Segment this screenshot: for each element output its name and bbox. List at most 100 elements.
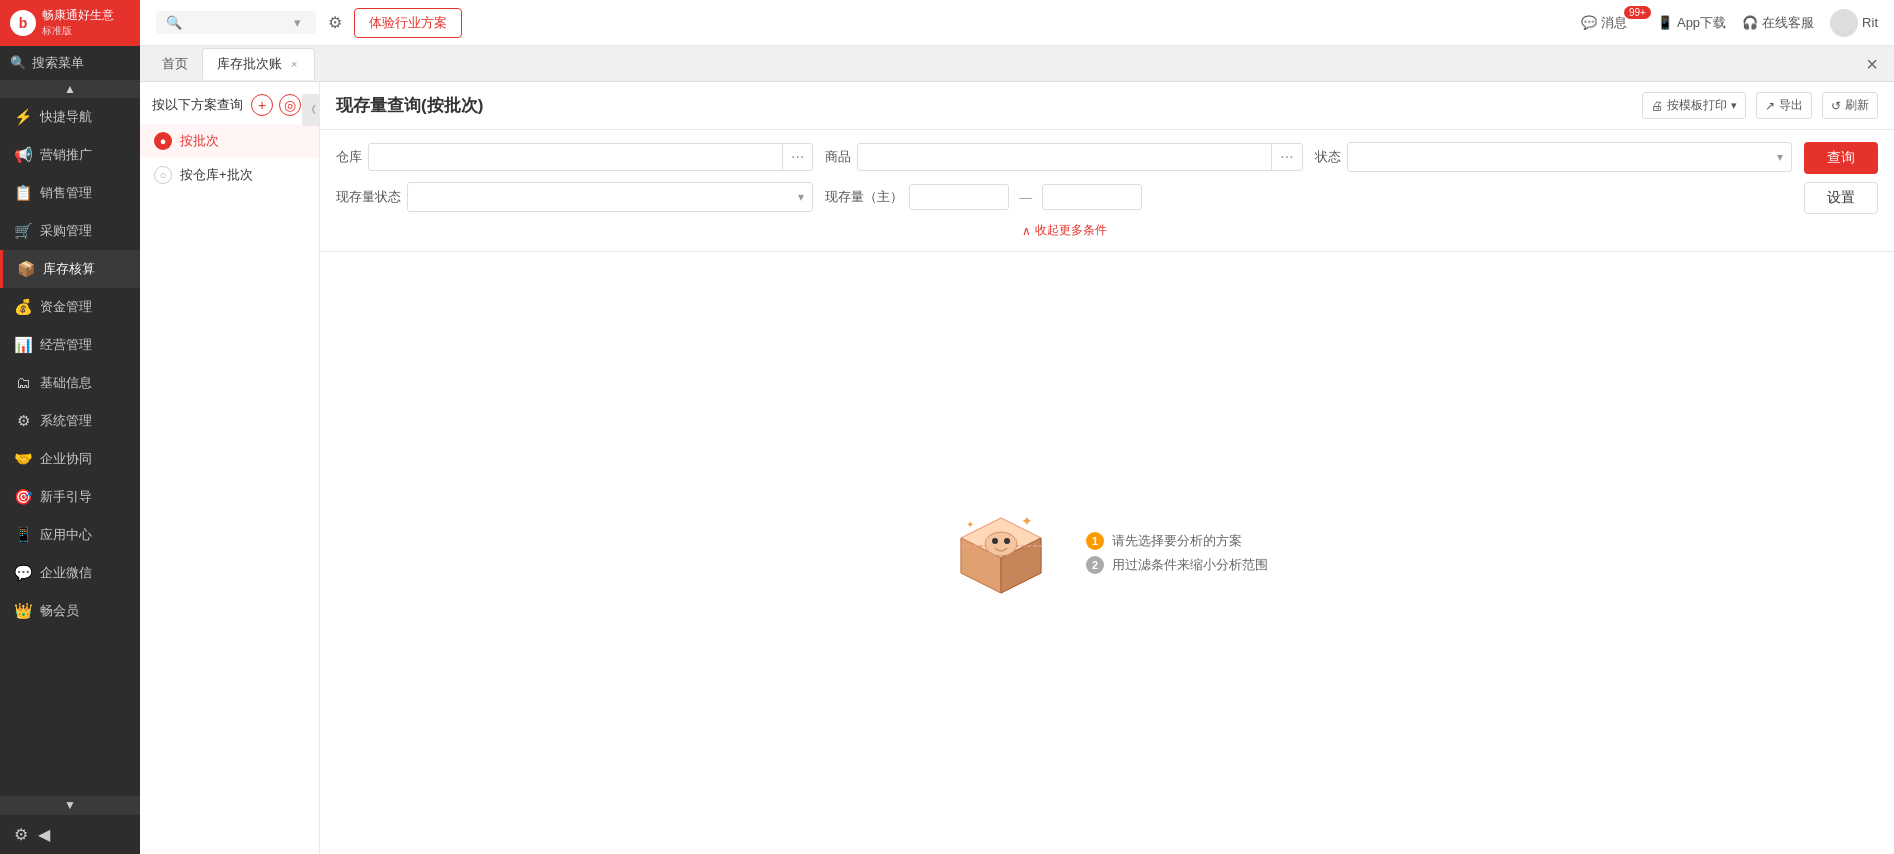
quick-icon: ⚡ [14, 108, 32, 126]
user-avatar-item[interactable]: Rit [1830, 9, 1878, 37]
print-dropdown-icon[interactable]: ▾ [1731, 99, 1737, 112]
sidebar-item-label: 畅会员 [40, 602, 79, 620]
sidebar-item-finance[interactable]: 💰 资金管理 [0, 288, 140, 326]
sidebar-item-label: 营销推广 [40, 146, 92, 164]
industry-btn[interactable]: 体验行业方案 [354, 8, 462, 38]
scheme-item-by-warehouse-batch[interactable]: ○ 按仓库+批次 [140, 158, 319, 192]
sidebar-nav: ⚡ 快捷导航 📢 营销推广 📋 销售管理 🛒 采购管理 📦 库存核算 💰 资金管… [0, 98, 140, 796]
topbar-search-input[interactable] [188, 16, 288, 30]
add-scheme-btn[interactable]: + [251, 94, 273, 116]
right-panel: 现存量查询(按批次) 🖨 按模板打印 ▾ ↗ 导出 ↺ 刷新 [320, 82, 1894, 854]
tab-panel-close-btn[interactable]: × [1866, 52, 1878, 75]
sidebar-item-marketing[interactable]: 📢 营销推广 [0, 136, 140, 174]
scroll-up-btn[interactable]: ▲ [0, 80, 140, 98]
stock-qty-from-input[interactable] [909, 184, 1009, 210]
sidebar-item-basics[interactable]: 🗂 基础信息 [0, 364, 140, 402]
stock-qty-to-input[interactable] [1042, 184, 1142, 210]
message-icon-item[interactable]: 💬 消息 99+ [1581, 14, 1641, 32]
sidebar-item-sales[interactable]: 📋 销售管理 [0, 174, 140, 212]
left-panel-title-text: 按以下方案查询 [152, 96, 243, 114]
app-name: 畅康通好生意 [42, 8, 114, 24]
collapse-row: ∧ 收起更多条件 [336, 222, 1792, 239]
phone-icon: 📱 [1657, 15, 1673, 30]
warehouse-dots-btn[interactable]: ··· [782, 144, 812, 170]
filter-stock-qty: 现存量（主） — [825, 184, 1302, 210]
sidebar-item-quick[interactable]: ⚡ 快捷导航 [0, 98, 140, 136]
sidebar-item-system[interactable]: ⚙ 系统管理 [0, 402, 140, 440]
empty-hint-2: 2 用过滤条件来缩小分析范围 [1086, 556, 1268, 574]
search-label: 搜索菜单 [32, 54, 84, 72]
collapse-more-btn[interactable]: ∧ 收起更多条件 [1022, 222, 1107, 239]
app-version: 标准版 [42, 24, 114, 38]
tab-close-btn[interactable]: × [288, 57, 300, 71]
sidebar-item-label: 经营管理 [40, 336, 92, 354]
apps-icon: 📱 [14, 526, 32, 544]
product-input[interactable] [858, 145, 1271, 169]
filter-stock-status: 现存量状态 ▾ [336, 182, 813, 212]
left-panel-title-row: 按以下方案查询 + ◎ [140, 94, 319, 124]
query-btn[interactable]: 查询 [1804, 142, 1878, 174]
topbar-dropdown-icon[interactable]: ▾ [294, 15, 301, 30]
inventory-icon: 📦 [17, 260, 35, 278]
collapse-footer-icon[interactable]: ◀ [38, 825, 50, 844]
sidebar-item-purchase[interactable]: 🛒 采购管理 [0, 212, 140, 250]
refresh-label: 刷新 [1845, 97, 1869, 114]
svg-text:✦: ✦ [966, 519, 974, 530]
sidebar-item-guide[interactable]: 🎯 新手引导 [0, 478, 140, 516]
cube-svg: ✦ ✦ [946, 498, 1056, 608]
stock-status-select[interactable]: ▾ [407, 182, 813, 212]
sidebar-item-enterprise[interactable]: 🤝 企业协同 [0, 440, 140, 478]
sidebar-item-label: 采购管理 [40, 222, 92, 240]
sidebar-item-label: 新手引导 [40, 488, 92, 506]
refresh-btn[interactable]: ↺ 刷新 [1822, 92, 1878, 119]
warehouse-label: 仓库 [336, 148, 362, 166]
sidebar-item-apps[interactable]: 📱 应用中心 [0, 516, 140, 554]
empty-hint-1: 1 请先选择要分析的方案 [1086, 532, 1268, 550]
app-logo: b [10, 10, 36, 36]
scheme-label-by-wh-batch: 按仓库+批次 [180, 166, 253, 184]
empty-content: ✦ ✦ 1 请先选择要分析的方案 2 用过滤条件来缩小分析范围 [946, 498, 1268, 608]
online-service-label: 在线客服 [1762, 14, 1814, 32]
app-download-item[interactable]: 📱 App下载 [1657, 14, 1726, 32]
topbar: 🔍 ▾ ⚙ 体验行业方案 💬 消息 99+ 📱 App下载 🎧 在线客服 [140, 0, 1894, 46]
sidebar-item-wechat[interactable]: 💬 企业微信 [0, 554, 140, 592]
sidebar-item-business[interactable]: 📊 经营管理 [0, 326, 140, 364]
export-btn[interactable]: ↗ 导出 [1756, 92, 1812, 119]
finance-icon: 💰 [14, 298, 32, 316]
sidebar-search[interactable]: 🔍 搜索菜单 [0, 46, 140, 80]
business-icon: 📊 [14, 336, 32, 354]
marketing-icon: 📢 [14, 146, 32, 164]
settings-footer-icon[interactable]: ⚙ [14, 825, 28, 844]
left-panel-collapse-btn[interactable]: 《 [302, 94, 320, 126]
sidebar: b 畅康通好生意 标准版 🔍 搜索菜单 ▲ ⚡ 快捷导航 📢 营销推广 📋 销售… [0, 0, 140, 854]
filter-row-2: 现存量状态 ▾ 现存量（主） — [336, 182, 1792, 212]
sidebar-item-inventory[interactable]: 📦 库存核算 [0, 250, 140, 288]
scheme-settings-btn[interactable]: ◎ [279, 94, 301, 116]
product-input-wrap[interactable]: ··· [857, 143, 1302, 171]
scroll-down-btn[interactable]: ▼ [0, 796, 140, 814]
topbar-right: 💬 消息 99+ 📱 App下载 🎧 在线客服 Rit [1581, 9, 1878, 37]
online-service-item[interactable]: 🎧 在线客服 [1742, 14, 1814, 32]
sidebar-item-member[interactable]: 👑 畅会员 [0, 592, 140, 630]
wechat-icon: 💬 [14, 564, 32, 582]
warehouse-input-wrap[interactable]: ··· [368, 143, 813, 171]
service-icon: 🎧 [1742, 15, 1758, 30]
filter-warehouse: 仓库 ··· [336, 143, 813, 171]
tab-home[interactable]: 首页 [148, 49, 202, 79]
warehouse-input[interactable] [369, 145, 782, 169]
topbar-search-area[interactable]: 🔍 ▾ [156, 11, 316, 34]
print-btn[interactable]: 🖨 按模板打印 ▾ [1642, 92, 1746, 119]
status-select[interactable]: ▾ [1347, 142, 1792, 172]
product-dots-btn[interactable]: ··· [1271, 144, 1301, 170]
topbar-settings-icon[interactable]: ⚙ [328, 13, 342, 32]
tab-home-label: 首页 [162, 55, 188, 73]
tab-inventory-batch[interactable]: 库存批次账 × [202, 48, 315, 80]
sidebar-item-label: 基础信息 [40, 374, 92, 392]
scheme-item-by-batch[interactable]: ● 按批次 [140, 124, 319, 158]
set-btn[interactable]: 设置 [1804, 182, 1878, 214]
stock-status-arrow: ▾ [798, 190, 804, 204]
tab-active-label: 库存批次账 [217, 55, 282, 73]
page-header: 现存量查询(按批次) 🖨 按模板打印 ▾ ↗ 导出 ↺ 刷新 [320, 82, 1894, 130]
svg-text:✦: ✦ [1021, 513, 1033, 529]
page-actions: 🖨 按模板打印 ▾ ↗ 导出 ↺ 刷新 [1642, 92, 1878, 119]
